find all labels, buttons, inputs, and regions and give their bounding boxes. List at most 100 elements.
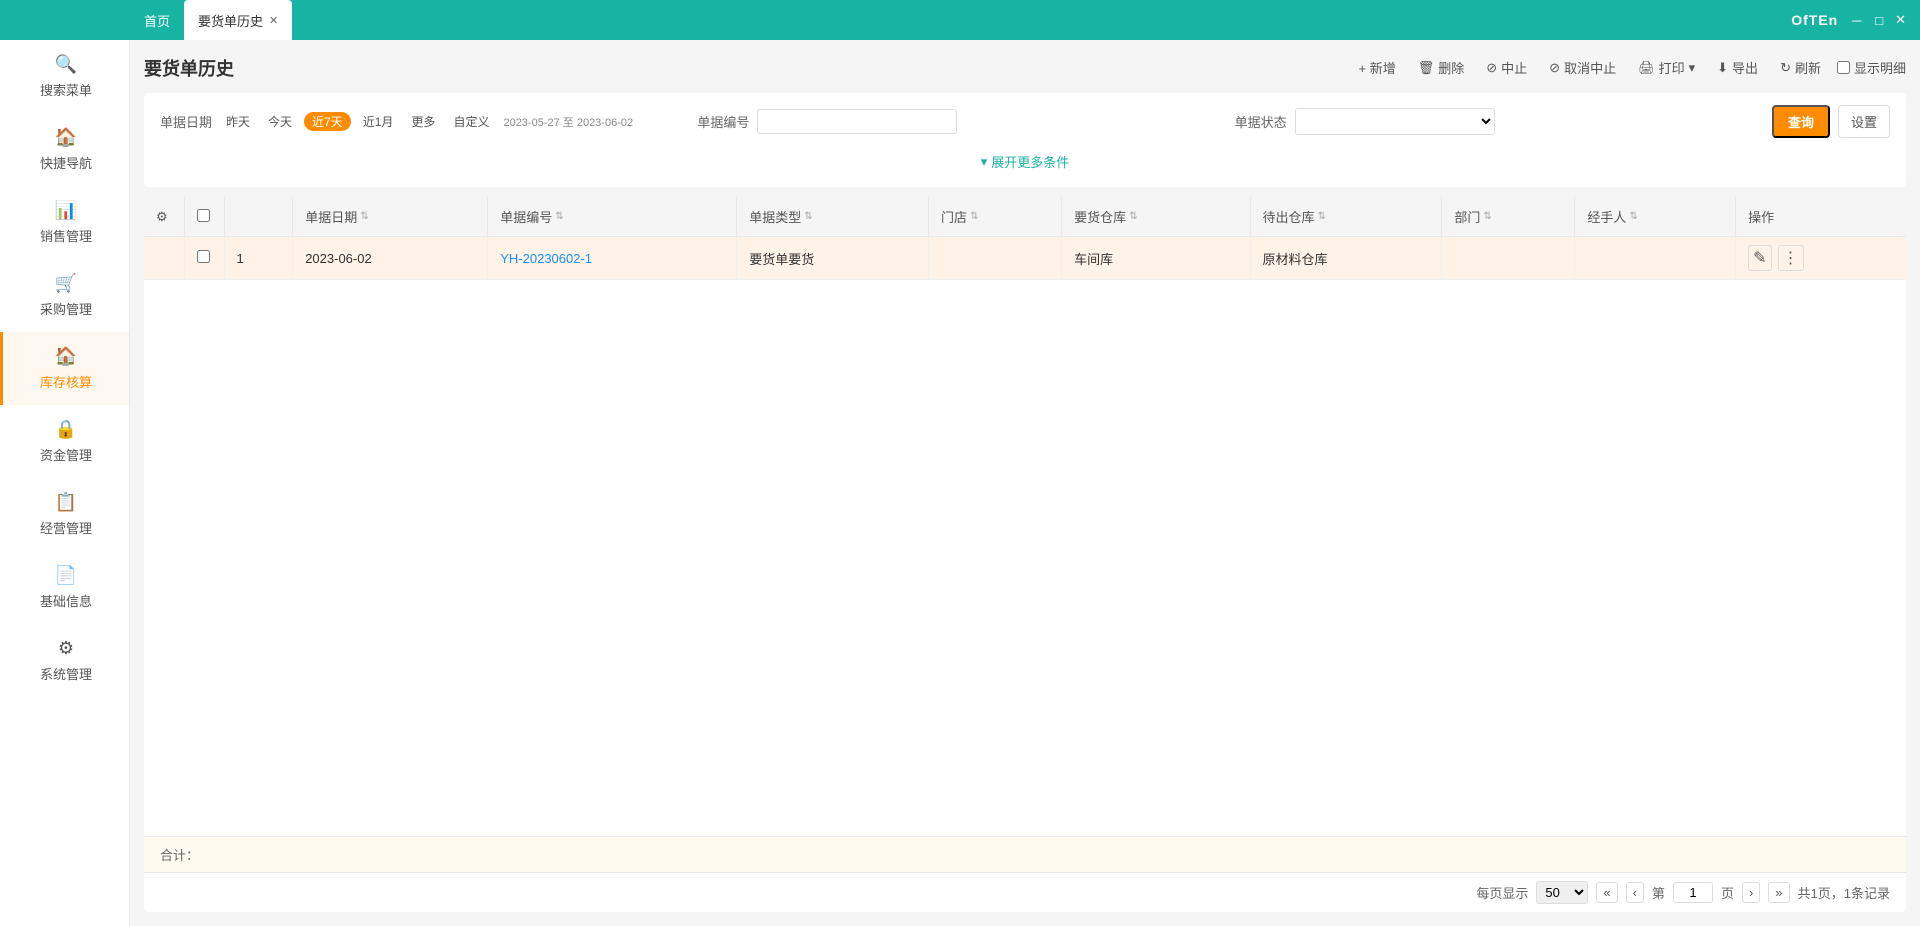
- row-req-warehouse: 车间库: [1062, 237, 1250, 280]
- home-icon: 🏠: [55, 127, 77, 148]
- refresh-button[interactable]: ↻ 刷新: [1774, 54, 1827, 81]
- th-req-warehouse[interactable]: 要货仓库 ⇅: [1062, 197, 1250, 237]
- row-more-icon[interactable]: ⋮: [1778, 245, 1804, 271]
- date-btn-custom[interactable]: 自定义: [447, 112, 495, 131]
- print-icon: 🖨: [1638, 60, 1655, 76]
- new-button[interactable]: + 新增: [1352, 54, 1401, 81]
- table-container: ⚙ 单据日期 ⇅: [144, 197, 1906, 912]
- th-date[interactable]: 单据日期 ⇅: [293, 197, 488, 237]
- sort-bill-no-icon: ⇅: [555, 211, 563, 222]
- delete-button[interactable]: 🗑 删除: [1412, 54, 1471, 81]
- first-page-btn[interactable]: «: [1596, 882, 1617, 903]
- sidebar-label-system: 系统管理: [40, 664, 92, 683]
- sidebar-item-quick-nav[interactable]: 🏠 快捷导航: [0, 113, 129, 186]
- date-btn-last7[interactable]: 近7天: [304, 112, 351, 131]
- sidebar-item-system[interactable]: ⚙ 系统管理: [0, 624, 129, 697]
- prev-page-btn[interactable]: ‹: [1626, 882, 1644, 903]
- row-bill-type: 要货单要货: [737, 237, 929, 280]
- sidebar-item-finance[interactable]: 🔒 资金管理: [0, 405, 129, 478]
- th-handler-label: 经手人: [1587, 207, 1626, 226]
- export-button[interactable]: ⬇ 导出: [1711, 54, 1764, 81]
- sidebar-item-inventory[interactable]: 🏠 库存核算: [0, 332, 129, 405]
- page-info: 共1页，1条记录: [1798, 883, 1890, 902]
- th-store-label: 门店: [941, 207, 967, 226]
- table-scroll[interactable]: ⚙ 单据日期 ⇅: [144, 197, 1906, 836]
- sidebar-item-sales[interactable]: 📊 销售管理: [0, 186, 129, 259]
- stop-icon: ⊘: [1486, 60, 1497, 76]
- bill-number-input[interactable]: [757, 109, 957, 134]
- page-title: 要货单历史: [144, 55, 234, 81]
- th-settings: ⚙: [144, 197, 184, 237]
- window-close-icon[interactable]: ✕: [1895, 12, 1906, 28]
- th-index: [224, 197, 293, 237]
- sidebar-item-basic-info[interactable]: 📄 基础信息: [0, 551, 129, 624]
- th-bill-no[interactable]: 单据编号 ⇅: [488, 197, 737, 237]
- th-store[interactable]: 门店 ⇅: [929, 197, 1062, 237]
- date-btn-more[interactable]: 更多: [405, 112, 441, 131]
- th-pending-warehouse[interactable]: 待出仓库 ⇅: [1250, 197, 1442, 237]
- next-page-btn[interactable]: ›: [1742, 882, 1760, 903]
- sidebar-label-finance: 资金管理: [40, 445, 92, 464]
- maximize-icon[interactable]: □: [1875, 13, 1883, 28]
- query-button[interactable]: 查询: [1772, 105, 1830, 138]
- row-store: [929, 237, 1062, 280]
- sidebar-item-search[interactable]: 🔍 搜索菜单: [0, 40, 129, 113]
- expand-icon: ▾: [981, 154, 988, 170]
- table-header: ⚙ 单据日期 ⇅: [144, 197, 1906, 237]
- th-department-label: 部门: [1454, 207, 1480, 226]
- row-actions: ✎ ⋮: [1736, 237, 1906, 280]
- print-label: 打印: [1659, 58, 1685, 77]
- display-detail-checkbox[interactable]: 显示明细: [1837, 58, 1906, 77]
- date-btn-last-month[interactable]: 近1月: [357, 112, 400, 131]
- top-bar: 首页 要货单历史 ✕ OfTEn － □ ✕: [0, 0, 1920, 40]
- sort-req-warehouse-icon: ⇅: [1129, 211, 1137, 222]
- sidebar-item-operation[interactable]: 📋 经营管理: [0, 478, 129, 551]
- th-checkbox: [184, 197, 224, 237]
- row-select-checkbox[interactable]: [197, 250, 210, 263]
- select-all-checkbox[interactable]: [197, 209, 210, 222]
- th-bill-type[interactable]: 单据类型 ⇅: [737, 197, 929, 237]
- cancel-stop-button[interactable]: ⊘ 取消中止: [1543, 54, 1622, 81]
- expand-more-btn[interactable]: ▾ 展开更多条件: [160, 148, 1890, 175]
- row-handler: [1575, 237, 1736, 280]
- inventory-icon: 🏠: [55, 346, 77, 367]
- tab-close-icon[interactable]: ✕: [269, 14, 278, 27]
- filter-bill-status-group: 单据状态: [1235, 108, 1752, 135]
- filter-row-1: 单据日期 昨天 今天 近7天 近1月 更多 自定义 2023-05-27 至 2…: [160, 105, 1890, 138]
- page-size-select[interactable]: 10 20 50 100: [1536, 881, 1588, 904]
- search-icon: 🔍: [55, 54, 77, 75]
- date-btn-yesterday[interactable]: 昨天: [220, 112, 256, 131]
- sidebar-item-purchase[interactable]: 🛒 采购管理: [0, 259, 129, 332]
- th-department[interactable]: 部门 ⇅: [1442, 197, 1575, 237]
- bill-no-link[interactable]: YH-20230602-1: [500, 251, 592, 266]
- table-body: 1 2023-06-02 YH-20230602-1 要货单要货 车间库 原材料…: [144, 237, 1906, 280]
- minimize-icon[interactable]: －: [1850, 11, 1863, 30]
- bill-status-select[interactable]: [1295, 108, 1495, 135]
- tab-requisition-history[interactable]: 要货单历史 ✕: [184, 0, 292, 40]
- table-row: 1 2023-06-02 YH-20230602-1 要货单要货 车间库 原材料…: [144, 237, 1906, 280]
- tab-home[interactable]: 首页: [130, 0, 184, 40]
- th-handler[interactable]: 经手人 ⇅: [1575, 197, 1736, 237]
- table-footer: 合计：: [144, 836, 1906, 872]
- clipboard-icon: 📋: [55, 492, 77, 513]
- row-edit-icon[interactable]: ✎: [1748, 245, 1771, 271]
- pagination-bar: 每页显示 10 20 50 100 « ‹ 第 页 › » 共1页，1条记录: [144, 872, 1906, 912]
- display-detail-input[interactable]: [1837, 61, 1850, 74]
- filter-action-btns: 查询 设置: [1772, 105, 1890, 138]
- per-page-label: 每页显示: [1476, 883, 1528, 902]
- print-arrow-icon: ▾: [1689, 60, 1696, 76]
- delete-icon: 🗑: [1418, 60, 1435, 76]
- stop-button[interactable]: ⊘ 中止: [1480, 54, 1533, 81]
- data-table: ⚙ 单据日期 ⇅: [144, 197, 1906, 280]
- th-actions: 操作: [1736, 197, 1906, 237]
- date-label: 单据日期: [160, 112, 212, 131]
- settings-button[interactable]: 设置: [1838, 105, 1890, 138]
- sort-department-icon: ⇅: [1483, 211, 1491, 222]
- gear-icon: ⚙: [58, 638, 74, 659]
- page-input[interactable]: [1673, 882, 1713, 903]
- sort-store-icon: ⇅: [970, 211, 978, 222]
- date-btn-today[interactable]: 今天: [262, 112, 298, 131]
- last-page-btn[interactable]: »: [1768, 882, 1789, 903]
- print-button[interactable]: 🖨 打印 ▾: [1632, 54, 1701, 81]
- cancel-stop-label: 取消中止: [1564, 58, 1616, 77]
